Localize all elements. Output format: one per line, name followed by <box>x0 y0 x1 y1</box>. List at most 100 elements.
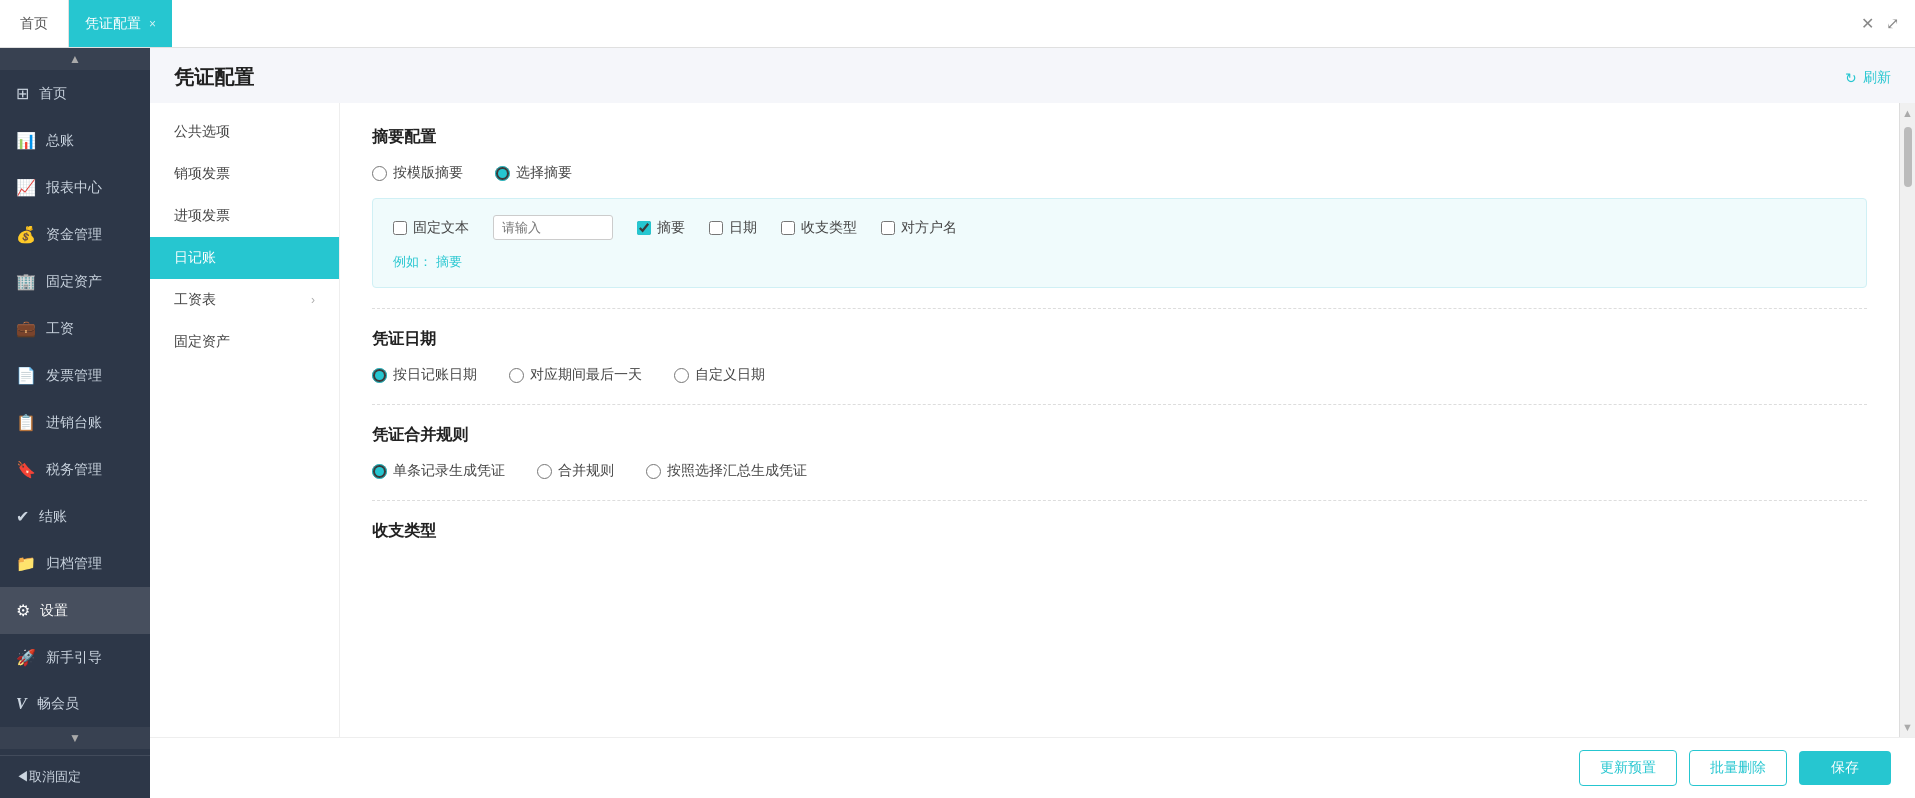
sidebar-item-member[interactable]: V 畅会员 <box>0 681 150 727</box>
scroll-down-arrow[interactable]: ▼ <box>1898 717 1915 737</box>
sidebar-item-beginner[interactable]: 🚀 新手引导 <box>0 634 150 681</box>
radio-template-summary[interactable]: 按模版摘要 <box>372 164 463 182</box>
fund-icon: 💰 <box>16 225 36 244</box>
checkbox-counterparty-label: 对方户名 <box>901 219 957 237</box>
checkbox-fixed-text-label: 固定文本 <box>413 219 469 237</box>
sidebar-item-fund-mgmt[interactable]: 💰 资金管理 <box>0 211 150 258</box>
merge-rules-title: 凭证合并规则 <box>372 425 1867 446</box>
sidebar-item-label: 畅会员 <box>37 695 79 713</box>
fixed-text-input[interactable] <box>493 215 613 240</box>
example-prefix: 例如： <box>393 254 432 269</box>
radio-template-input[interactable] <box>372 166 387 181</box>
radio-last-day-input[interactable] <box>509 368 524 383</box>
checkbox-fixed-text[interactable]: 固定文本 <box>393 219 469 237</box>
sidebar-item-label: 归档管理 <box>46 555 102 573</box>
close-window-icon[interactable]: ✕ <box>1861 14 1874 33</box>
sidebar-item-payroll[interactable]: 💼 工资 <box>0 305 150 352</box>
checkbox-income-type[interactable]: 收支类型 <box>781 219 857 237</box>
section-summary-config: 摘要配置 按模版摘要 选择摘要 <box>372 127 1867 288</box>
tab-home[interactable]: 首页 <box>0 0 69 47</box>
divider-3 <box>372 500 1867 501</box>
sidebar-item-settings[interactable]: ⚙ 设置 <box>0 587 150 634</box>
refresh-button[interactable]: ↻ 刷新 <box>1845 69 1891 87</box>
sidebar-item-label: 发票管理 <box>46 367 102 385</box>
sidebar-item-invoice-mgmt[interactable]: 📄 发票管理 <box>0 352 150 399</box>
nav-label: 销项发票 <box>174 165 230 183</box>
period-end-icon: ✔ <box>16 507 29 526</box>
home-icon: ⊞ <box>16 84 29 103</box>
nav-journal[interactable]: 日记账 <box>150 237 339 279</box>
radio-last-day-label: 对应期间最后一天 <box>530 366 642 384</box>
sidebar-scroll-down[interactable]: ▼ <box>0 727 150 749</box>
update-preview-button[interactable]: 更新预置 <box>1579 750 1677 786</box>
sidebar-scroll-up[interactable]: ▲ <box>0 48 150 70</box>
radio-merge-rules-input[interactable] <box>537 464 552 479</box>
chevron-down-icon: › <box>311 293 315 307</box>
nav-payroll-table[interactable]: 工资表 › <box>150 279 339 321</box>
nav-purchase-invoice[interactable]: 进项发票 <box>150 195 339 237</box>
checkbox-counterparty-input[interactable] <box>881 221 895 235</box>
checkbox-summary[interactable]: 摘要 <box>637 219 685 237</box>
sidebar-item-label: 报表中心 <box>46 179 102 197</box>
right-content: 摘要配置 按模版摘要 选择摘要 <box>340 103 1899 737</box>
tab-voucher-config[interactable]: 凭证配置 × <box>69 0 172 47</box>
checkbox-income-type-input[interactable] <box>781 221 795 235</box>
radio-select-input[interactable] <box>495 166 510 181</box>
sidebar-item-tax-mgmt[interactable]: 🔖 税务管理 <box>0 446 150 493</box>
sidebar-item-fixed-assets[interactable]: 🏢 固定资产 <box>0 258 150 305</box>
checkbox-date[interactable]: 日期 <box>709 219 757 237</box>
section-income-type: 收支类型 <box>372 521 1867 542</box>
radio-single-record[interactable]: 单条记录生成凭证 <box>372 462 505 480</box>
nav-public-options[interactable]: 公共选项 <box>150 111 339 153</box>
sidebar-item-label: 新手引导 <box>46 649 102 667</box>
assets-icon: 🏢 <box>16 272 36 291</box>
sidebar-item-label: 固定资产 <box>46 273 102 291</box>
checkbox-counterparty[interactable]: 对方户名 <box>881 219 957 237</box>
left-nav: 公共选项 销项发票 进项发票 日记账 工资表 › 固定资产 <box>150 103 340 737</box>
radio-select-generate-input[interactable] <box>646 464 661 479</box>
bottom-action-bar: 更新预置 批量删除 保存 <box>150 737 1915 798</box>
sidebar-item-purchase-sales[interactable]: 📋 进销台账 <box>0 399 150 446</box>
checkbox-fixed-text-input[interactable] <box>393 221 407 235</box>
nav-sales-invoice[interactable]: 销项发票 <box>150 153 339 195</box>
sidebar-item-period-end[interactable]: ✔ 结账 <box>0 493 150 540</box>
nav-label: 固定资产 <box>174 333 230 351</box>
radio-last-day[interactable]: 对应期间最后一天 <box>509 366 642 384</box>
tab-close-icon[interactable]: × <box>149 17 156 31</box>
sidebar-item-archive[interactable]: 📁 归档管理 <box>0 540 150 587</box>
sidebar-item-general-ledger[interactable]: 📊 总账 <box>0 117 150 164</box>
radio-merge-rules-label: 合并规则 <box>558 462 614 480</box>
batch-delete-button[interactable]: 批量删除 <box>1689 750 1787 786</box>
content-area: 凭证配置 ↻ 刷新 公共选项 销项发票 进项发票 日记账 <box>150 48 1915 798</box>
checkbox-date-input[interactable] <box>709 221 723 235</box>
main-layout: ▲ ⊞ 首页 📊 总账 📈 报表中心 💰 资金管理 🏢 固定资产 💼 工资 📄 … <box>0 48 1915 798</box>
tab-label: 凭证配置 <box>85 15 141 33</box>
radio-single-record-input[interactable] <box>372 464 387 479</box>
sidebar-item-home[interactable]: ⊞ 首页 <box>0 70 150 117</box>
radio-by-journal-date[interactable]: 按日记账日期 <box>372 366 477 384</box>
save-button[interactable]: 保存 <box>1799 751 1891 785</box>
tax-icon: 🔖 <box>16 460 36 479</box>
scroll-thumb[interactable] <box>1904 127 1912 187</box>
divider-2 <box>372 404 1867 405</box>
example-value: 摘要 <box>436 254 462 269</box>
radio-merge-rules[interactable]: 合并规则 <box>537 462 614 480</box>
sidebar-item-label: 首页 <box>39 85 67 103</box>
scroll-up-arrow[interactable]: ▲ <box>1898 103 1915 123</box>
section-merge-rules: 凭证合并规则 单条记录生成凭证 合并规则 <box>372 425 1867 480</box>
checkbox-summary-input[interactable] <box>637 221 651 235</box>
radio-select-generate[interactable]: 按照选择汇总生成凭证 <box>646 462 807 480</box>
right-scrollbar[interactable]: ▲ ▼ <box>1899 103 1915 737</box>
radio-journal-date-input[interactable] <box>372 368 387 383</box>
sidebar-unpin[interactable]: ◀取消固定 <box>0 755 150 798</box>
nav-fixed-assets-sub[interactable]: 固定资产 <box>150 321 339 363</box>
radio-custom-date-input[interactable] <box>674 368 689 383</box>
radio-custom-date[interactable]: 自定义日期 <box>674 366 765 384</box>
section-voucher-date: 凭证日期 按日记账日期 对应期间最后一天 <box>372 329 1867 384</box>
radio-select-summary[interactable]: 选择摘要 <box>495 164 572 182</box>
sidebar-item-report-center[interactable]: 📈 报表中心 <box>0 164 150 211</box>
nav-label: 日记账 <box>174 249 216 267</box>
nav-label: 工资表 <box>174 291 216 309</box>
unpin-label: ◀取消固定 <box>16 768 81 786</box>
resize-window-icon[interactable]: ⤢ <box>1886 14 1899 33</box>
